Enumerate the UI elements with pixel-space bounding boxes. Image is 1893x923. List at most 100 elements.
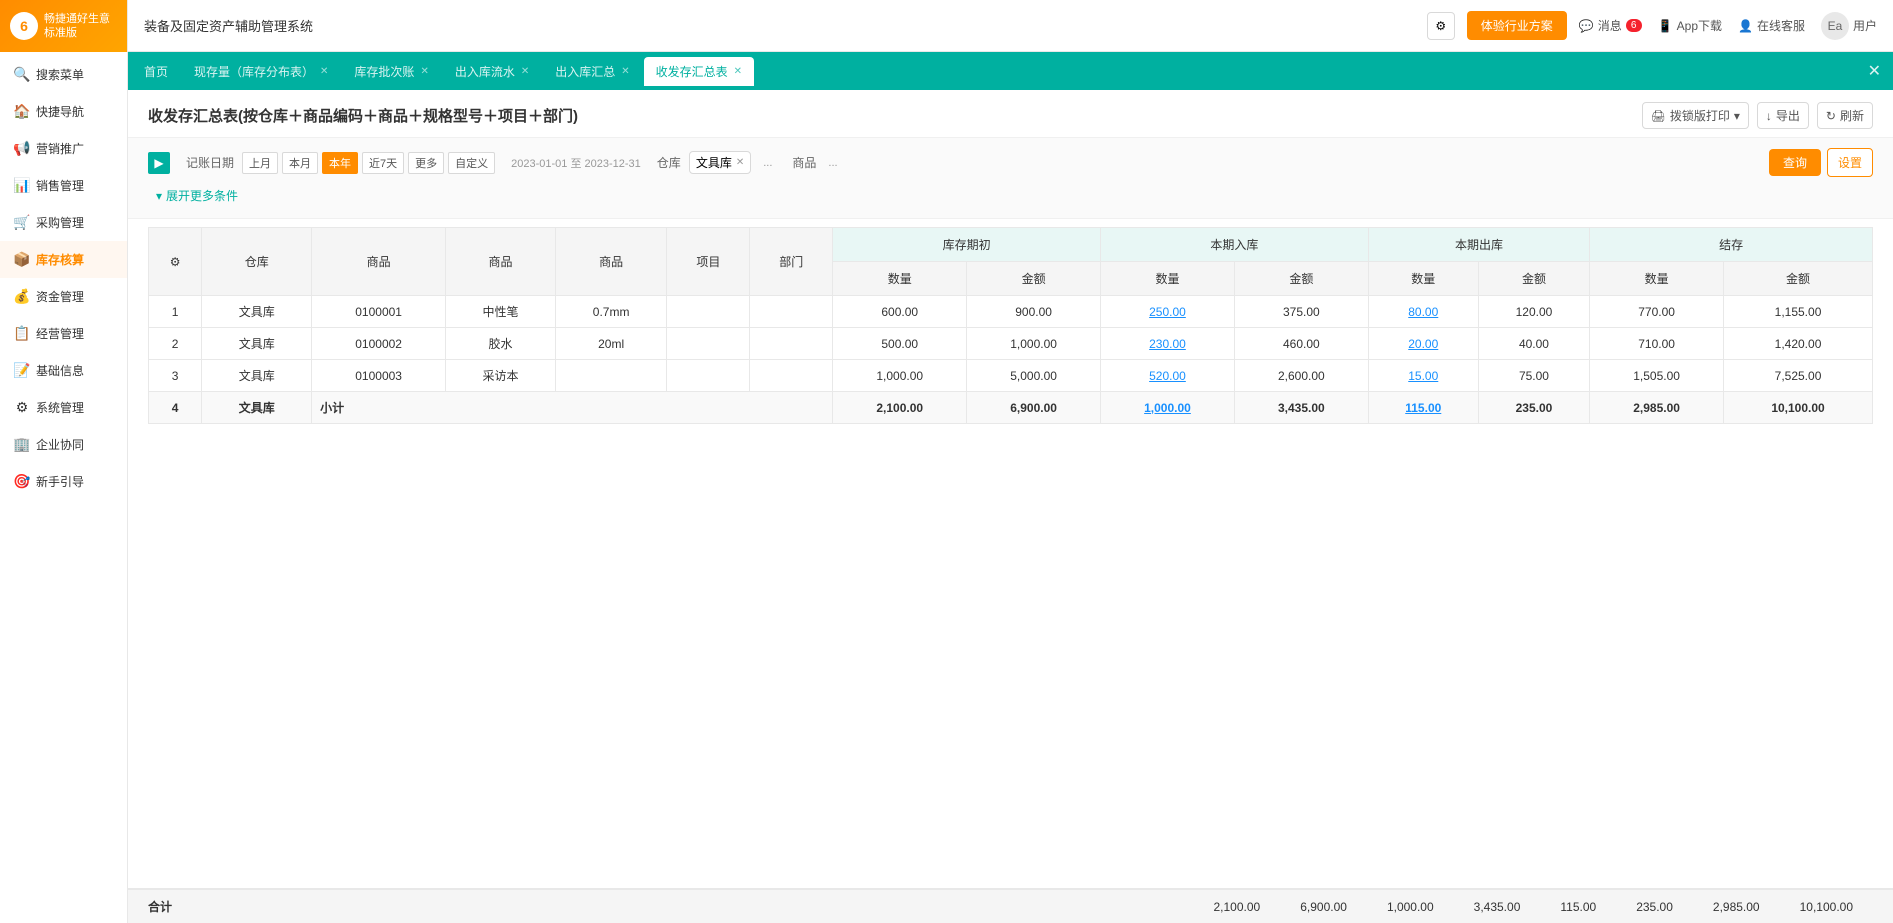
custom-date-btn[interactable]: 自定义	[448, 152, 495, 174]
tab-inout-flow[interactable]: 出入库流水 ✕	[443, 57, 541, 86]
cell-goods-code: 0100001	[312, 296, 446, 328]
cell-dept	[750, 360, 833, 392]
tab-close-inventory[interactable]: ✕	[320, 66, 328, 77]
subtotal-row: 4 文具库 小计 2,100.00 6,900.00 1,000.00 3,43…	[149, 392, 1873, 424]
th-dept: 部门	[750, 228, 833, 296]
warehouse-filter-group: 仓库 文具库 ✕ ...	[657, 151, 777, 174]
cell-goods-name: 采访本	[446, 360, 556, 392]
sidebar-item-sales[interactable]: 📊 销售管理	[0, 167, 127, 204]
user-avatar: Ea	[1821, 12, 1849, 40]
cell-out-amt: 40.00	[1478, 328, 1589, 360]
th-gear[interactable]: ⚙	[149, 228, 202, 296]
filter-toggle-button[interactable]: ▶	[148, 152, 170, 174]
last-month-btn[interactable]: 上月	[242, 152, 278, 174]
warehouse-more-btn[interactable]: ...	[759, 155, 776, 171]
tab-inventory[interactable]: 现存量（库存分布表） ✕	[182, 57, 340, 86]
cell-in-qty[interactable]: 250.00	[1101, 296, 1235, 328]
search-button[interactable]: 查询	[1769, 149, 1821, 176]
tab-inout-summary[interactable]: 出入库汇总 ✕	[543, 57, 641, 86]
warehouse-tag[interactable]: 文具库 ✕	[689, 151, 751, 174]
cell-goods-spec: 0.7mm	[555, 296, 666, 328]
export-button[interactable]: ↓ 导出	[1757, 102, 1809, 129]
table-row: 1 文具库 0100001 中性笔 0.7mm 600.00 900.00 25…	[149, 296, 1873, 328]
this-month-btn[interactable]: 本月	[282, 152, 318, 174]
corp-icon: 🏢	[14, 437, 30, 453]
messages-badge: 6	[1626, 19, 1642, 32]
cell-out-qty[interactable]: 15.00	[1368, 360, 1478, 392]
sidebar-item-marketing[interactable]: 📢 营销推广	[0, 130, 127, 167]
cell-opening-amt: 5,000.00	[967, 360, 1101, 392]
sidebar-item-purchase[interactable]: 🛒 采购管理	[0, 204, 127, 241]
cell-in-qty[interactable]: 520.00	[1101, 360, 1235, 392]
total-in-qty: 1,000.00	[1387, 900, 1434, 914]
export-icon: ↓	[1766, 109, 1772, 123]
last-7days-btn[interactable]: 近7天	[362, 152, 404, 174]
sidebar-item-corp[interactable]: 🏢 企业协同	[0, 426, 127, 463]
cell-dept	[750, 296, 833, 328]
system-name: 装备及固定资产辅助管理系统	[144, 16, 1415, 35]
filter-setting-button[interactable]: 设置	[1827, 148, 1873, 177]
cell-out-qty[interactable]: 80.00	[1368, 296, 1478, 328]
warehouse-tag-close[interactable]: ✕	[736, 157, 744, 168]
sidebar-item-quicknav[interactable]: 🏠 快捷导航	[0, 93, 127, 130]
cell-project	[667, 328, 750, 360]
refresh-button[interactable]: ↻ 刷新	[1817, 102, 1873, 129]
service-icon: 👤	[1738, 19, 1753, 33]
app-download-icon: 📱	[1658, 19, 1673, 33]
subtotal-out-qty[interactable]: 115.00	[1368, 392, 1478, 424]
main-content: 装备及固定资产辅助管理系统 ⚙ 体验行业方案 💬 消息 6 📱 App下载 👤 …	[128, 0, 1893, 923]
close-all-tabs-button[interactable]: ✕	[1860, 61, 1889, 81]
sidebar-item-finance[interactable]: 💰 资金管理	[0, 278, 127, 315]
tab-close-receive-summary[interactable]: ✕	[734, 66, 742, 77]
subtotal-label: 小计	[312, 392, 833, 424]
settings-gear-button[interactable]: ⚙	[1427, 12, 1455, 40]
goods-filter-group: 商品 ...	[792, 154, 841, 171]
total-in-amt: 3,435.00	[1474, 900, 1521, 914]
tab-home[interactable]: 首页	[132, 57, 180, 86]
th-out-amt: 金额	[1478, 262, 1589, 296]
header-actions: 💬 消息 6 📱 App下载 👤 在线客服 Ea 用户	[1579, 12, 1877, 40]
goods-more-btn[interactable]: ...	[824, 155, 841, 171]
th-goods-name: 商品	[446, 228, 556, 296]
cell-opening-qty: 500.00	[833, 328, 967, 360]
trial-button[interactable]: 体验行业方案	[1467, 11, 1567, 40]
print-button[interactable]: 🖨 拨锁版打印 ▾	[1642, 102, 1749, 129]
this-year-btn[interactable]: 本年	[322, 152, 358, 174]
expand-conditions-button[interactable]: ▾ 展开更多条件	[148, 183, 1873, 208]
app-download-button[interactable]: 📱 App下载	[1658, 17, 1722, 34]
cell-in-amt: 375.00	[1234, 296, 1368, 328]
cell-out-qty[interactable]: 20.00	[1368, 328, 1478, 360]
page-content: 收发存汇总表(按仓库＋商品编码＋商品＋规格型号＋项目＋部门) 🖨 拨锁版打印 ▾…	[128, 90, 1893, 923]
tab-close-inout-summary[interactable]: ✕	[621, 66, 629, 77]
subtotal-balance-qty: 2,985.00	[1590, 392, 1724, 424]
sidebar-item-newbie[interactable]: 🎯 新手引导	[0, 463, 127, 500]
online-service-button[interactable]: 👤 在线客服	[1738, 17, 1805, 34]
more-date-btn[interactable]: 更多	[408, 152, 444, 174]
goods-filter-label: 商品	[792, 154, 816, 171]
cell-seq: 2	[149, 328, 202, 360]
messages-button[interactable]: 💬 消息 6	[1579, 17, 1642, 34]
sidebar-item-search[interactable]: 🔍 搜索菜单	[0, 56, 127, 93]
cell-in-qty[interactable]: 230.00	[1101, 328, 1235, 360]
cell-seq: 1	[149, 296, 202, 328]
subtotal-in-qty[interactable]: 1,000.00	[1101, 392, 1235, 424]
th-group-opening: 库存期初	[833, 228, 1101, 262]
system-icon: ⚙	[14, 400, 30, 416]
cell-in-amt: 2,600.00	[1234, 360, 1368, 392]
th-out-qty: 数量	[1368, 262, 1478, 296]
sidebar-item-operations[interactable]: 📋 经营管理	[0, 315, 127, 352]
tab-receive-summary[interactable]: 收发存汇总表 ✕	[644, 57, 754, 86]
sidebar-logo: 6 畅捷通好生意 标准版	[0, 0, 127, 52]
th-warehouse: 仓库	[202, 228, 312, 296]
sidebar-item-inventory[interactable]: 📦 库存核算	[0, 241, 127, 278]
sidebar-item-system[interactable]: ⚙ 系统管理	[0, 389, 127, 426]
tab-close-inout-flow[interactable]: ✕	[521, 66, 529, 77]
print-dropdown-icon: ▾	[1734, 109, 1740, 123]
user-menu-button[interactable]: Ea 用户	[1821, 12, 1877, 40]
sidebar-item-basic[interactable]: 📝 基础信息	[0, 352, 127, 389]
marketing-icon: 📢	[14, 141, 30, 157]
subtotal-balance-amt: 10,100.00	[1724, 392, 1873, 424]
tab-close-batch[interactable]: ✕	[420, 66, 428, 77]
tab-batch[interactable]: 库存批次账 ✕	[342, 57, 440, 86]
sidebar: 6 畅捷通好生意 标准版 🔍 搜索菜单 🏠 快捷导航 📢 营销推广 📊 销售管理…	[0, 0, 128, 923]
